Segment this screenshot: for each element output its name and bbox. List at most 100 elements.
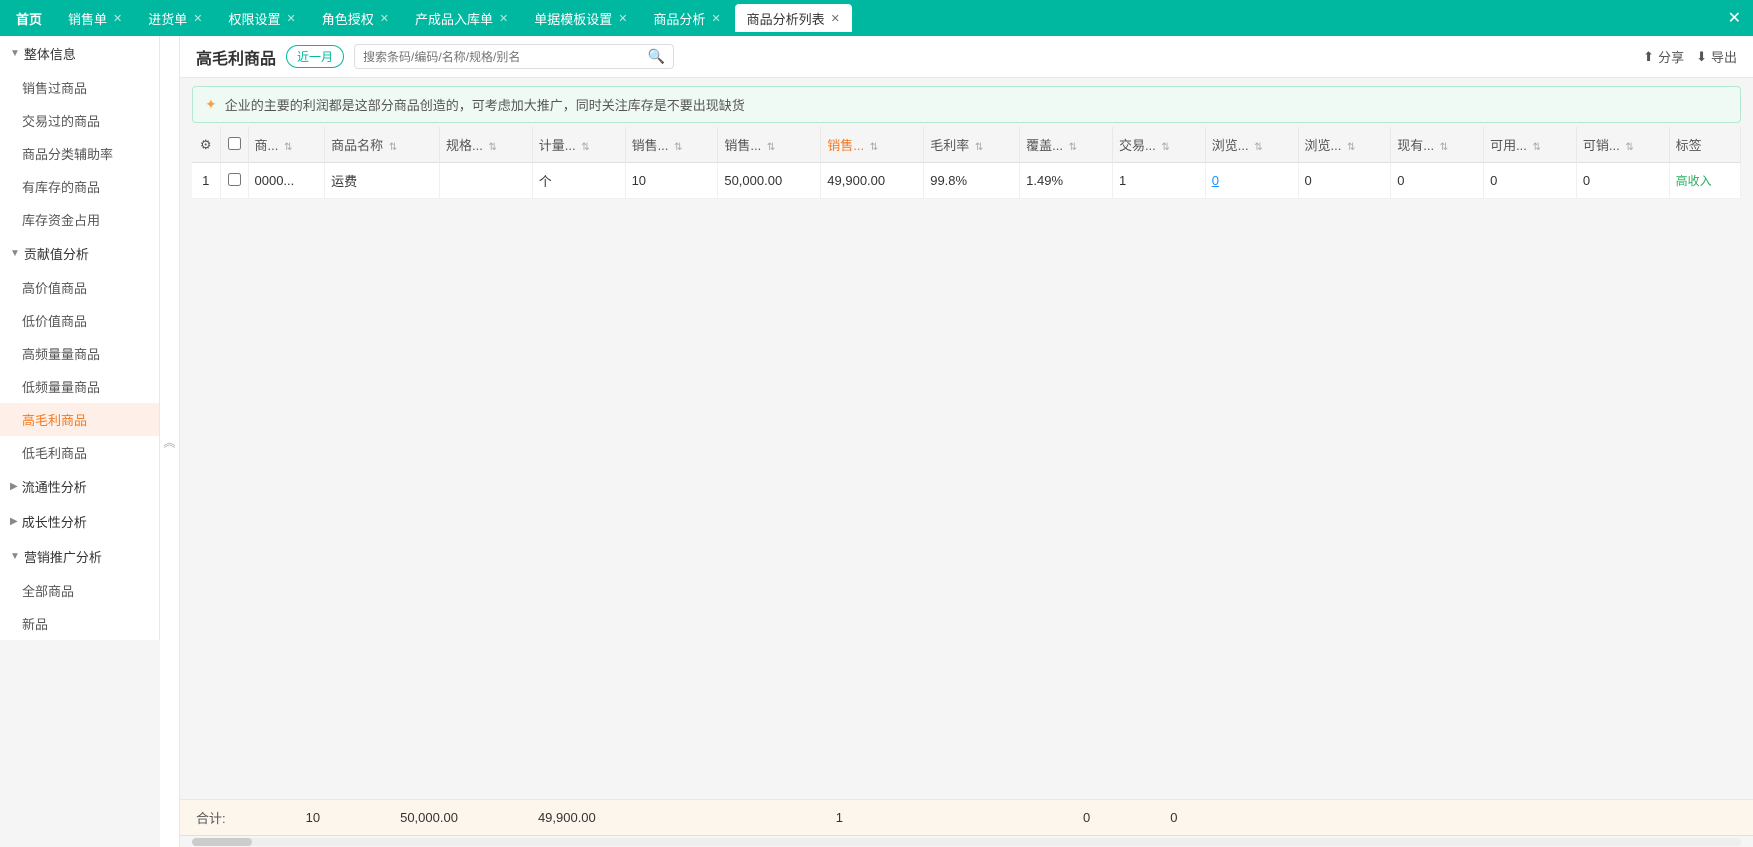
cell-sales-profit: 49,900.00 [821, 163, 924, 199]
sidebar: ▼ 整体信息 销售过商品 交易过的商品 商品分类辅助率 有库存的商品 库存资金占… [0, 36, 160, 640]
share-label: 分享 [1658, 47, 1684, 66]
col-browse1-label: 浏览... [1212, 138, 1249, 153]
sidebar-item-traded-goods[interactable]: 交易过的商品 [0, 104, 159, 137]
sidebar-item-inventory-capital[interactable]: 库存资金占用 [0, 203, 159, 236]
share-button[interactable]: ⬆ 分享 [1643, 47, 1684, 66]
tab-permission[interactable]: 权限设置 ✕ [216, 4, 307, 32]
info-icon: ✦ [205, 96, 217, 113]
col-browse1-sort[interactable]: ⇅ [1254, 142, 1262, 153]
col-unit-sort[interactable]: ⇅ [581, 142, 589, 153]
sidebar-group-growth[interactable]: ▶ 成长性分析 [0, 504, 159, 539]
tab-template-close[interactable]: ✕ [618, 12, 627, 25]
sidebar-group-liquidity[interactable]: ▶ 流通性分析 [0, 469, 159, 504]
sidebar-item-high-profit[interactable]: 高毛利商品 [0, 403, 159, 436]
col-browse2-label: 浏览... [1305, 138, 1342, 153]
col-spec-sort[interactable]: ⇅ [488, 142, 496, 153]
content-header: 高毛利商品 近一月 🔍 ⬆ 分享 ⬇ 导出 [180, 36, 1753, 78]
cell-code-value: 0000... [255, 173, 295, 188]
col-sellable-qty-sort[interactable]: ⇅ [1625, 142, 1633, 153]
sidebar-item-high-value[interactable]: 高价值商品 [0, 271, 159, 304]
tab-template-label: 单据模板设置 [534, 9, 612, 28]
tab-roles[interactable]: 角色授权 ✕ [310, 4, 401, 32]
row-checkbox[interactable] [228, 173, 241, 186]
tab-product-import[interactable]: 产成品入库单 ✕ [403, 4, 520, 32]
header-actions: ⬆ 分享 ⬇ 导出 [1643, 47, 1737, 66]
col-available-qty-sort[interactable]: ⇅ [1533, 142, 1541, 153]
sidebar-item-inventory-goods-label: 有库存的商品 [22, 180, 100, 195]
sidebar-item-inventory-goods[interactable]: 有库存的商品 [0, 170, 159, 203]
sidebar-item-all-goods[interactable]: 全部商品 [0, 574, 159, 607]
sidebar-group-overall[interactable]: ▼ 整体信息 [0, 36, 159, 71]
sidebar-item-sales-goods[interactable]: 销售过商品 [0, 71, 159, 104]
sidebar-item-inventory-capital-label: 库存资金占用 [22, 213, 100, 228]
col-sales-qty-label: 销售... [632, 138, 669, 153]
sidebar-group-marketing[interactable]: ▼ 营销推广分析 [0, 539, 159, 574]
sidebar-item-high-freq[interactable]: 高频量量商品 [0, 337, 159, 370]
col-spec: 规格... ⇅ [440, 127, 533, 163]
export-icon: ⬇ [1696, 49, 1707, 65]
tab-template[interactable]: 单据模板设置 ✕ [522, 4, 639, 32]
col-sales-profit-sort[interactable]: ⇅ [870, 142, 878, 153]
cell-current-qty: 0 [1391, 163, 1484, 199]
tab-product-import-label: 产成品入库单 [415, 9, 493, 28]
sidebar-item-new-goods[interactable]: 新品 [0, 607, 159, 640]
expand-arrow-overall: ▼ [10, 48, 20, 59]
scrollbar-thumb[interactable] [192, 838, 252, 846]
col-gross-margin-sort[interactable]: ⇅ [975, 142, 983, 153]
cell-spec [440, 163, 533, 199]
col-transaction-sort[interactable]: ⇅ [1161, 142, 1169, 153]
col-coverage-sort[interactable]: ⇅ [1069, 142, 1077, 153]
tab-roles-close[interactable]: ✕ [380, 12, 389, 25]
info-message: 企业的主要的利润都是这部分商品创造的，可考虑加大推广，同时关注库存是不要出现缺货 [225, 95, 745, 114]
sidebar-item-low-profit[interactable]: 低毛利商品 [0, 436, 159, 469]
export-button[interactable]: ⬇ 导出 [1696, 47, 1737, 66]
sidebar-item-low-freq[interactable]: 低频量量商品 [0, 370, 159, 403]
col-browse2: 浏览... ⇅ [1298, 127, 1391, 163]
settings-icon[interactable]: ⚙ [200, 137, 212, 152]
col-sales-qty-sort[interactable]: ⇅ [674, 142, 682, 153]
cell-browse1[interactable]: 0 [1205, 163, 1298, 199]
col-code: 商... ⇅ [248, 127, 325, 163]
tab-product-analysis-list[interactable]: 商品分析列表 ✕ [735, 4, 852, 32]
tab-sales[interactable]: 销售单 ✕ [56, 4, 134, 32]
sidebar-item-analysis-assist[interactable]: 商品分类辅助率 [0, 137, 159, 170]
tab-sales-close[interactable]: ✕ [113, 12, 122, 25]
sidebar-group-liquidity-label: 流通性分析 [22, 477, 87, 496]
col-code-label: 商... [255, 138, 279, 153]
sidebar-item-low-value-label: 低价值商品 [22, 314, 87, 329]
col-settings[interactable]: ⚙ [192, 127, 220, 163]
col-current-qty-sort[interactable]: ⇅ [1440, 142, 1448, 153]
tab-product-analysis-close[interactable]: ✕ [711, 12, 720, 25]
select-all-checkbox[interactable] [228, 137, 241, 150]
close-all-tabs[interactable]: ✕ [1720, 8, 1749, 28]
sidebar-group-growth-label: 成长性分析 [22, 512, 87, 531]
sidebar-item-low-value[interactable]: 低价值商品 [0, 304, 159, 337]
col-gross-margin-label: 毛利率 [930, 138, 969, 153]
col-name: 商品名称 ⇅ [325, 127, 440, 163]
col-sales-amount: 销售... ⇅ [718, 127, 821, 163]
date-filter-button[interactable]: 近一月 [286, 45, 344, 68]
tab-purchase[interactable]: 进货单 ✕ [136, 4, 214, 32]
search-input[interactable] [363, 50, 648, 64]
tab-product-analysis-list-close[interactable]: ✕ [831, 12, 840, 25]
horizontal-scrollbar[interactable] [180, 835, 1753, 847]
sidebar-group-contribution[interactable]: ▼ 贡献值分析 [0, 236, 159, 271]
tab-permission-close[interactable]: ✕ [287, 12, 296, 25]
cell-available-qty-value: 0 [1490, 173, 1497, 188]
sidebar-collapse-button[interactable]: 《 [160, 36, 180, 847]
col-name-sort[interactable]: ⇅ [389, 142, 397, 153]
tab-home[interactable]: 首页 [4, 4, 54, 32]
col-sales-amount-sort[interactable]: ⇅ [767, 142, 775, 153]
search-icon[interactable]: 🔍 [648, 48, 665, 65]
col-sellable-qty-label: 可销... [1583, 138, 1620, 153]
cell-gross-margin-value: 99.8% [930, 173, 967, 188]
tab-product-import-close[interactable]: ✕ [499, 12, 508, 25]
tab-product-analysis[interactable]: 商品分析 ✕ [641, 4, 732, 32]
cell-checkbox[interactable] [220, 163, 248, 199]
col-code-sort[interactable]: ⇅ [284, 142, 292, 153]
col-unit: 计量... ⇅ [532, 127, 625, 163]
tab-purchase-close[interactable]: ✕ [193, 12, 202, 25]
col-browse2-sort[interactable]: ⇅ [1347, 142, 1355, 153]
col-checkbox[interactable] [220, 127, 248, 163]
sidebar-item-low-freq-label: 低频量量商品 [22, 380, 100, 395]
